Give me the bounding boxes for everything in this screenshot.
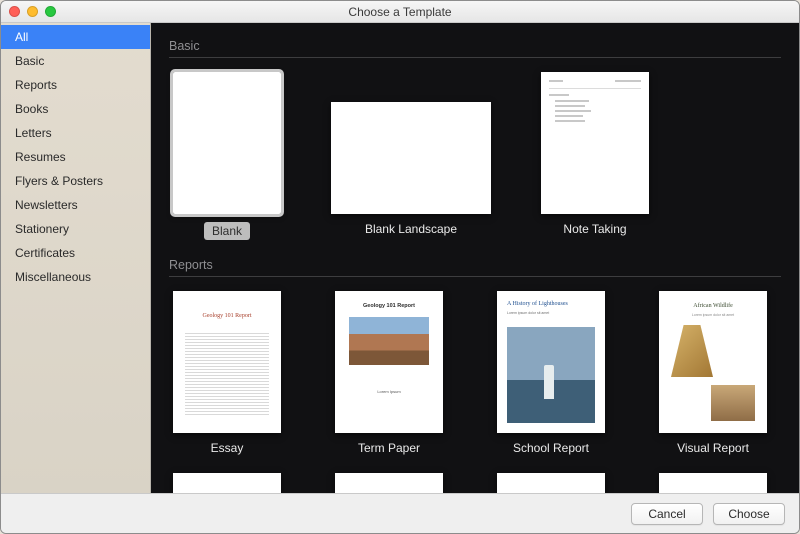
sidebar-item-basic[interactable]: Basic xyxy=(1,49,150,73)
template-grid-scroll[interactable]: Basic Blank Blank Landscape xyxy=(151,23,799,493)
template-thumb xyxy=(659,473,767,493)
sidebar-item-label: Resumes xyxy=(15,150,66,164)
cancel-button[interactable]: Cancel xyxy=(631,503,703,525)
sidebar-item-books[interactable]: Books xyxy=(1,97,150,121)
sidebar-item-newsletters[interactable]: Newsletters xyxy=(1,193,150,217)
thumb-subtext: Lorem Ipsum xyxy=(335,389,443,394)
template-item[interactable] xyxy=(331,473,447,493)
window-title: Choose a Template xyxy=(1,5,799,19)
thumb-image xyxy=(711,385,755,421)
template-grid-reports: Geology 101 Report Essay Geology 101 Rep… xyxy=(169,291,781,455)
template-thumb: Geology 101 Report Lorem Ipsum xyxy=(335,291,443,433)
template-grid-partial xyxy=(169,473,781,493)
template-essay[interactable]: Geology 101 Report Essay xyxy=(169,291,285,455)
template-note-taking[interactable]: Note Taking xyxy=(537,72,653,240)
thumb-subtext: Lorem ipsum dolor sit amet xyxy=(507,311,549,315)
template-label: Blank Landscape xyxy=(365,222,457,236)
sidebar-item-label: All xyxy=(15,30,28,44)
traffic-lights xyxy=(9,6,56,17)
template-thumb xyxy=(541,72,649,214)
sidebar-item-label: Reports xyxy=(15,78,57,92)
sidebar-item-label: Books xyxy=(15,102,48,116)
template-chooser-window: Choose a Template All Basic Reports Book… xyxy=(0,0,800,534)
section-header-reports: Reports xyxy=(169,258,781,272)
window-body: All Basic Reports Books Letters Resumes … xyxy=(1,23,799,493)
template-blank-landscape[interactable]: Blank Landscape xyxy=(331,72,491,240)
button-label: Choose xyxy=(728,507,769,521)
footer-bar: Cancel Choose xyxy=(1,493,799,533)
sidebar-item-certificates[interactable]: Certificates xyxy=(1,241,150,265)
choose-button[interactable]: Choose xyxy=(713,503,785,525)
thumb-title: African Wildlife xyxy=(659,303,767,309)
button-label: Cancel xyxy=(648,507,685,521)
sidebar-item-resumes[interactable]: Resumes xyxy=(1,145,150,169)
thumb-image xyxy=(349,317,429,365)
template-thumb xyxy=(331,102,491,214)
template-item[interactable] xyxy=(655,473,771,493)
sidebar-item-stationery[interactable]: Stationery xyxy=(1,217,150,241)
template-label: Essay xyxy=(211,441,244,455)
template-item[interactable] xyxy=(493,473,609,493)
template-thumb: Geology 101 Report xyxy=(173,291,281,433)
section-divider xyxy=(169,57,781,58)
template-label: Visual Report xyxy=(677,441,749,455)
template-grid-basic: Blank Blank Landscape xyxy=(169,72,781,240)
template-thumb xyxy=(173,473,281,493)
template-visual-report[interactable]: African Wildlife Lorem ipsum dolor sit a… xyxy=(655,291,771,455)
sidebar-item-label: Letters xyxy=(15,126,52,140)
template-item[interactable] xyxy=(169,473,285,493)
sidebar-item-label: Newsletters xyxy=(15,198,78,212)
sidebar-item-label: Miscellaneous xyxy=(15,270,91,284)
template-school-report[interactable]: A History of Lighthouses Lorem ipsum dol… xyxy=(493,291,609,455)
sidebar-item-label: Stationery xyxy=(15,222,69,236)
template-thumb xyxy=(173,72,281,214)
template-thumb: African Wildlife Lorem ipsum dolor sit a… xyxy=(659,291,767,433)
template-thumb xyxy=(335,473,443,493)
category-sidebar: All Basic Reports Books Letters Resumes … xyxy=(1,23,151,493)
sidebar-item-label: Flyers & Posters xyxy=(15,174,103,188)
titlebar: Choose a Template xyxy=(1,1,799,23)
template-thumb xyxy=(497,473,605,493)
sidebar-item-letters[interactable]: Letters xyxy=(1,121,150,145)
template-label: Blank xyxy=(204,222,250,240)
sidebar-item-all[interactable]: All xyxy=(1,25,150,49)
sidebar-item-reports[interactable]: Reports xyxy=(1,73,150,97)
section-divider xyxy=(169,276,781,277)
template-label: Term Paper xyxy=(358,441,420,455)
minimize-window-button[interactable] xyxy=(27,6,38,17)
section-header-basic: Basic xyxy=(169,39,781,53)
close-window-button[interactable] xyxy=(9,6,20,17)
sidebar-item-label: Certificates xyxy=(15,246,75,260)
thumb-image xyxy=(507,327,595,423)
template-thumb: A History of Lighthouses Lorem ipsum dol… xyxy=(497,291,605,433)
template-label: School Report xyxy=(513,441,589,455)
sidebar-item-flyers-posters[interactable]: Flyers & Posters xyxy=(1,169,150,193)
thumb-image xyxy=(671,325,713,377)
zoom-window-button[interactable] xyxy=(45,6,56,17)
template-label: Note Taking xyxy=(563,222,626,236)
thumb-subtext: Lorem ipsum dolor sit amet xyxy=(659,313,767,317)
thumb-title: Geology 101 Report xyxy=(173,313,281,319)
template-term-paper[interactable]: Geology 101 Report Lorem Ipsum Term Pape… xyxy=(331,291,447,455)
template-blank[interactable]: Blank xyxy=(169,72,285,240)
thumb-title: Geology 101 Report xyxy=(335,303,443,309)
sidebar-item-miscellaneous[interactable]: Miscellaneous xyxy=(1,265,150,289)
sidebar-item-label: Basic xyxy=(15,54,44,68)
thumb-title: A History of Lighthouses xyxy=(507,301,568,307)
